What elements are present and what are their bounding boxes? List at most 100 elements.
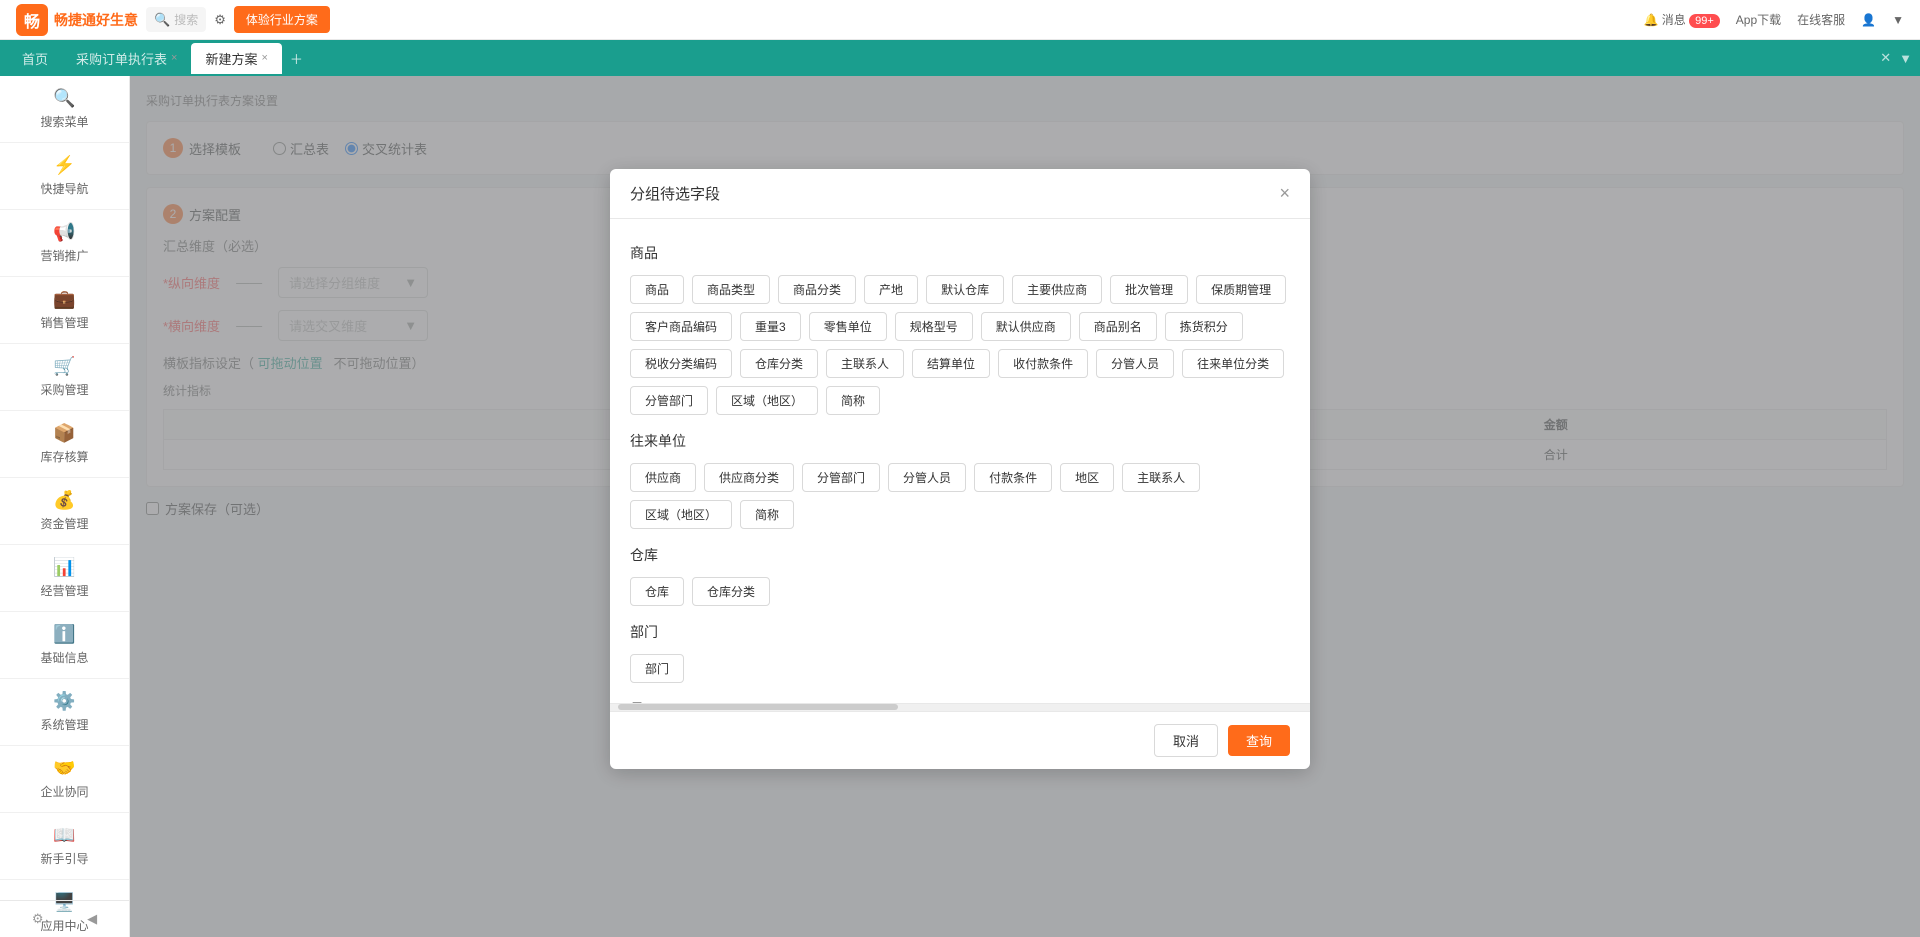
tab-bar-expand[interactable]: ▼: [1899, 51, 1912, 66]
purchase-icon: 🛒: [53, 356, 75, 377]
marketing-icon: 📢: [53, 222, 75, 243]
operations-icon: 📊: [53, 557, 75, 578]
cancel-button[interactable]: 取消: [1154, 724, 1218, 757]
sidebar-item-marketing[interactable]: 📢 营销推广: [0, 210, 129, 277]
app-download-link[interactable]: App下载: [1736, 11, 1781, 28]
tag-region-product[interactable]: 区域（地区）: [716, 386, 818, 415]
sidebar-item-search[interactable]: 🔍 搜索菜单: [0, 76, 129, 143]
sidebar-item-newbie-label: 新手引导: [40, 850, 88, 867]
tag-region-partner[interactable]: 地区: [1060, 463, 1114, 492]
tag-product-category[interactable]: 商品分类: [778, 275, 856, 304]
tag-shelf-life[interactable]: 保质期管理: [1196, 275, 1286, 304]
message-badge: 99+: [1689, 14, 1720, 28]
tag-abbr-partner[interactable]: 简称: [740, 500, 794, 529]
sidebar-item-system-label: 系统管理: [40, 716, 88, 733]
tag-settlement-unit[interactable]: 结算单位: [912, 349, 990, 378]
finance-icon: 💰: [53, 490, 75, 511]
sidebar-item-inventory[interactable]: 📦 库存核算: [0, 411, 129, 478]
logo: 畅 畅捷通好生意: [16, 4, 138, 36]
tag-abbr-product[interactable]: 简称: [826, 386, 880, 415]
sidebar-item-quicknav[interactable]: ⚡ 快捷导航: [0, 143, 129, 210]
tag-supervisor-partner[interactable]: 分管人员: [888, 463, 966, 492]
inventory-icon: 📦: [53, 423, 75, 444]
section-partner-title: 往来单位: [630, 431, 1290, 451]
tag-supervisor[interactable]: 分管人员: [1096, 349, 1174, 378]
topbar: 畅 畅捷通好生意 🔍 搜索 ⚙ 体验行业方案 🔔 消息 99+ App下载 在线…: [0, 0, 1920, 40]
section-product-tags: 商品 商品类型 商品分类 产地 默认仓库 主要供应商 批次管理 保质期管理 客户…: [630, 275, 1290, 415]
tag-main-supplier[interactable]: 主要供应商: [1012, 275, 1102, 304]
sidebar-item-system[interactable]: ⚙️ 系统管理: [0, 679, 129, 746]
tag-partner-category[interactable]: 往来单位分类: [1182, 349, 1284, 378]
tag-product-alias[interactable]: 商品别名: [1079, 312, 1157, 341]
tab-purchase-order-close[interactable]: ×: [171, 52, 177, 64]
online-service-link[interactable]: 在线客服: [1797, 11, 1845, 28]
message-area[interactable]: 🔔 消息 99+: [1643, 11, 1719, 28]
tag-payment-cond[interactable]: 付款条件: [974, 463, 1052, 492]
tab-add[interactable]: ＋: [282, 45, 311, 72]
user-menu-icon[interactable]: ▼: [1892, 13, 1904, 27]
tag-origin[interactable]: 产地: [864, 275, 918, 304]
tab-bar-close[interactable]: ✕: [1880, 50, 1891, 66]
tag-weight3[interactable]: 重量3: [740, 312, 801, 341]
tag-dept[interactable]: 部门: [630, 654, 684, 683]
tag-pick-score[interactable]: 拣货积分: [1165, 312, 1243, 341]
tag-warehouse[interactable]: 仓库: [630, 577, 684, 606]
settings-icon[interactable]: ⚙: [214, 12, 226, 28]
quicknav-icon: ⚡: [53, 155, 75, 176]
section-dept-title: 部门: [630, 622, 1290, 642]
sidebar-item-sales-label: 销售管理: [40, 314, 88, 331]
tab-purchase-order[interactable]: 采购订单执行表 ×: [62, 43, 191, 74]
modal-hscrollbar[interactable]: [610, 703, 1310, 710]
modal-close-btn[interactable]: ×: [1279, 183, 1290, 204]
tag-warehouse-type[interactable]: 仓库分类: [692, 577, 770, 606]
tag-product[interactable]: 商品: [630, 275, 684, 304]
tag-payment-terms[interactable]: 收付款条件: [998, 349, 1088, 378]
modal-title: 分组待选字段: [630, 183, 720, 204]
modal-footer: 取消 查询: [610, 711, 1310, 769]
tag-supplier[interactable]: 供应商: [630, 463, 696, 492]
sidebar-item-purchase[interactable]: 🛒 采购管理: [0, 344, 129, 411]
field-select-modal: 分组待选字段 × 商品 商品 商品类型 商品分类 产地 默认仓库 主要供应商 批…: [610, 169, 1310, 769]
tag-product-type[interactable]: 商品类型: [692, 275, 770, 304]
nav-search[interactable]: 🔍 搜索: [146, 7, 206, 32]
tag-tax-code[interactable]: 税收分类编码: [630, 349, 732, 378]
tag-main-contact-partner[interactable]: 主联系人: [1122, 463, 1200, 492]
tag-default-supplier[interactable]: 默认供应商: [981, 312, 1071, 341]
tag-dept-partner[interactable]: 分管部门: [802, 463, 880, 492]
system-icon: ⚙️: [53, 691, 75, 712]
sidebar-item-newbie[interactable]: 📖 新手引导: [0, 813, 129, 880]
modal-header: 分组待选字段 ×: [610, 169, 1310, 219]
tab-new-plan[interactable]: 新建方案 ×: [191, 43, 281, 74]
tag-batch-mgmt[interactable]: 批次管理: [1110, 275, 1188, 304]
tab-home[interactable]: 首页: [8, 43, 62, 74]
confirm-button[interactable]: 查询: [1228, 725, 1290, 756]
search-icon: 🔍: [154, 12, 170, 28]
sidebar-item-inventory-label: 库存核算: [40, 448, 88, 465]
sidebar-settings-icon[interactable]: ⚙: [32, 911, 44, 927]
tab-new-plan-close[interactable]: ×: [261, 52, 267, 64]
sidebar: 🔍 搜索菜单 ⚡ 快捷导航 📢 营销推广 💼 销售管理 🛒 采购管理 📦 库存核…: [0, 76, 130, 937]
tag-supplier-category[interactable]: 供应商分类: [704, 463, 794, 492]
topbar-left: 畅 畅捷通好生意 🔍 搜索 ⚙ 体验行业方案: [16, 4, 330, 36]
sidebar-item-finance[interactable]: 💰 资金管理: [0, 478, 129, 545]
tag-default-warehouse[interactable]: 默认仓库: [926, 275, 1004, 304]
sidebar-item-basicinfo[interactable]: ℹ️ 基础信息: [0, 612, 129, 679]
tag-spec-model[interactable]: 规格型号: [895, 312, 973, 341]
section-warehouse-tags: 仓库 仓库分类: [630, 577, 1290, 606]
sidebar-collapse-icon[interactable]: ◀: [87, 911, 97, 927]
sidebar-item-marketing-label: 营销推广: [40, 247, 88, 264]
sidebar-item-sales[interactable]: 💼 销售管理: [0, 277, 129, 344]
sidebar-item-collab[interactable]: 🤝 企业协同: [0, 746, 129, 813]
tag-customer-sku[interactable]: 客户商品编码: [630, 312, 732, 341]
user-avatar[interactable]: 👤: [1861, 13, 1876, 27]
tab-new-plan-label: 新建方案: [205, 49, 257, 68]
tag-warehouse-category[interactable]: 仓库分类: [740, 349, 818, 378]
tag-retail-unit[interactable]: 零售单位: [809, 312, 887, 341]
tag-dept-managed[interactable]: 分管部门: [630, 386, 708, 415]
modal-body: 商品 商品 商品类型 商品分类 产地 默认仓库 主要供应商 批次管理 保质期管理…: [610, 219, 1310, 704]
sidebar-item-operations[interactable]: 📊 经营管理: [0, 545, 129, 612]
newbie-icon: 📖: [53, 825, 75, 846]
tag-region-area-partner[interactable]: 区域（地区）: [630, 500, 732, 529]
tag-main-contact[interactable]: 主联系人: [826, 349, 904, 378]
trial-btn[interactable]: 体验行业方案: [234, 6, 330, 33]
